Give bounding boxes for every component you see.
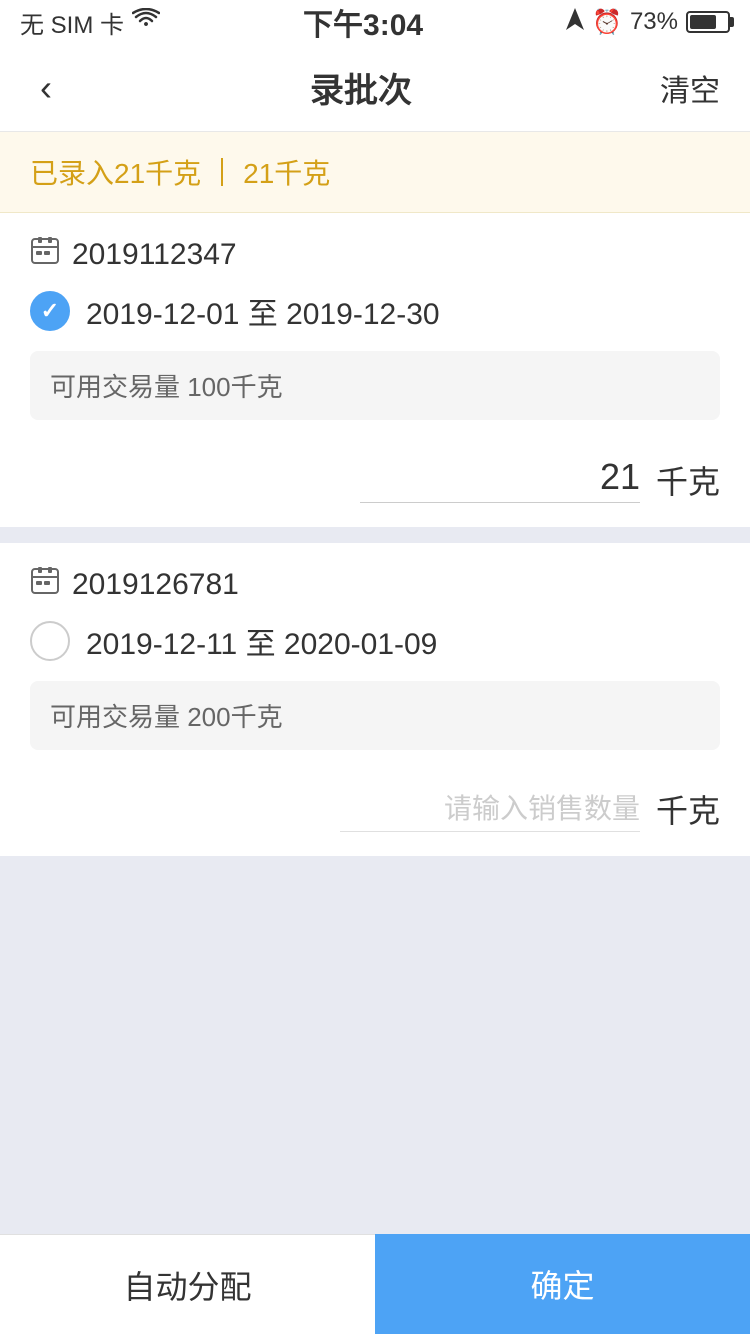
batch-card-1: 2019112347 ✓ 2019-12-01 至 2019-12-30 可用交…	[0, 213, 750, 527]
auto-distribute-button[interactable]: 自动分配	[0, 1234, 375, 1334]
quantity-row-1: 21 千克	[0, 440, 750, 527]
battery-percent: 73%	[630, 8, 678, 36]
confirm-button[interactable]: 确定	[375, 1234, 750, 1334]
batch-header-1: 2019112347	[0, 213, 750, 281]
availability-2: 可用交易量 200千克	[30, 681, 720, 750]
batch-id-1: 2019112347	[72, 238, 237, 272]
quantity-value-1: 21	[600, 456, 640, 498]
quantity-input-area-1[interactable]: 21	[360, 456, 640, 503]
nav-bar: ‹ 录批次 清空	[0, 44, 750, 132]
info-divider	[221, 158, 223, 186]
location-icon	[566, 8, 584, 37]
batch-date-1: 2019-12-01 至 2019-12-30	[86, 289, 440, 333]
batch-id-icon-2	[30, 567, 60, 603]
empty-area	[0, 856, 750, 1256]
quantity-row-2: 请输入销售数量 千克	[0, 770, 750, 856]
wifi-icon	[132, 8, 160, 37]
recorded-amount-value: 21千克	[243, 152, 330, 192]
quantity-input-area-2[interactable]: 请输入销售数量	[340, 787, 640, 832]
clear-button[interactable]: 清空	[660, 66, 720, 110]
battery-icon	[686, 11, 730, 33]
batch-date-row-2[interactable]: 2019-12-11 至 2020-01-09	[0, 611, 750, 671]
batch-date-2: 2019-12-11 至 2020-01-09	[86, 619, 437, 663]
batch-header-2: 2019126781	[0, 543, 750, 611]
alarm-icon: ⏰	[592, 8, 622, 37]
section-divider	[0, 527, 750, 543]
recorded-amount-label: 已录入21千克	[30, 152, 201, 192]
info-banner: 已录入21千克 21千克	[0, 132, 750, 213]
quantity-unit-2: 千克	[656, 786, 720, 832]
bottom-action-bar: 自动分配 确定	[0, 1234, 750, 1334]
batch-id-2: 2019126781	[72, 568, 239, 602]
status-time: 下午3:04	[303, 0, 423, 44]
no-sim-text: 无 SIM 卡	[20, 5, 124, 40]
batch-id-icon-1	[30, 237, 60, 273]
status-left: 无 SIM 卡	[20, 5, 160, 40]
status-bar: 无 SIM 卡 下午3:04 ⏰ 73%	[0, 0, 750, 44]
back-button[interactable]: ‹	[30, 57, 62, 119]
batch-select-radio-2[interactable]	[30, 621, 70, 661]
check-icon-1: ✓	[41, 298, 59, 324]
batch-date-row-1[interactable]: ✓ 2019-12-01 至 2019-12-30	[0, 281, 750, 341]
availability-1: 可用交易量 100千克	[30, 351, 720, 420]
quantity-unit-1: 千克	[656, 457, 720, 503]
batch-select-radio-1[interactable]: ✓	[30, 291, 70, 331]
page-title: 录批次	[310, 63, 412, 112]
status-right: ⏰ 73%	[566, 8, 730, 37]
batch-card-2: 2019126781 2019-12-11 至 2020-01-09 可用交易量…	[0, 543, 750, 856]
quantity-placeholder-2: 请输入销售数量	[444, 787, 640, 827]
